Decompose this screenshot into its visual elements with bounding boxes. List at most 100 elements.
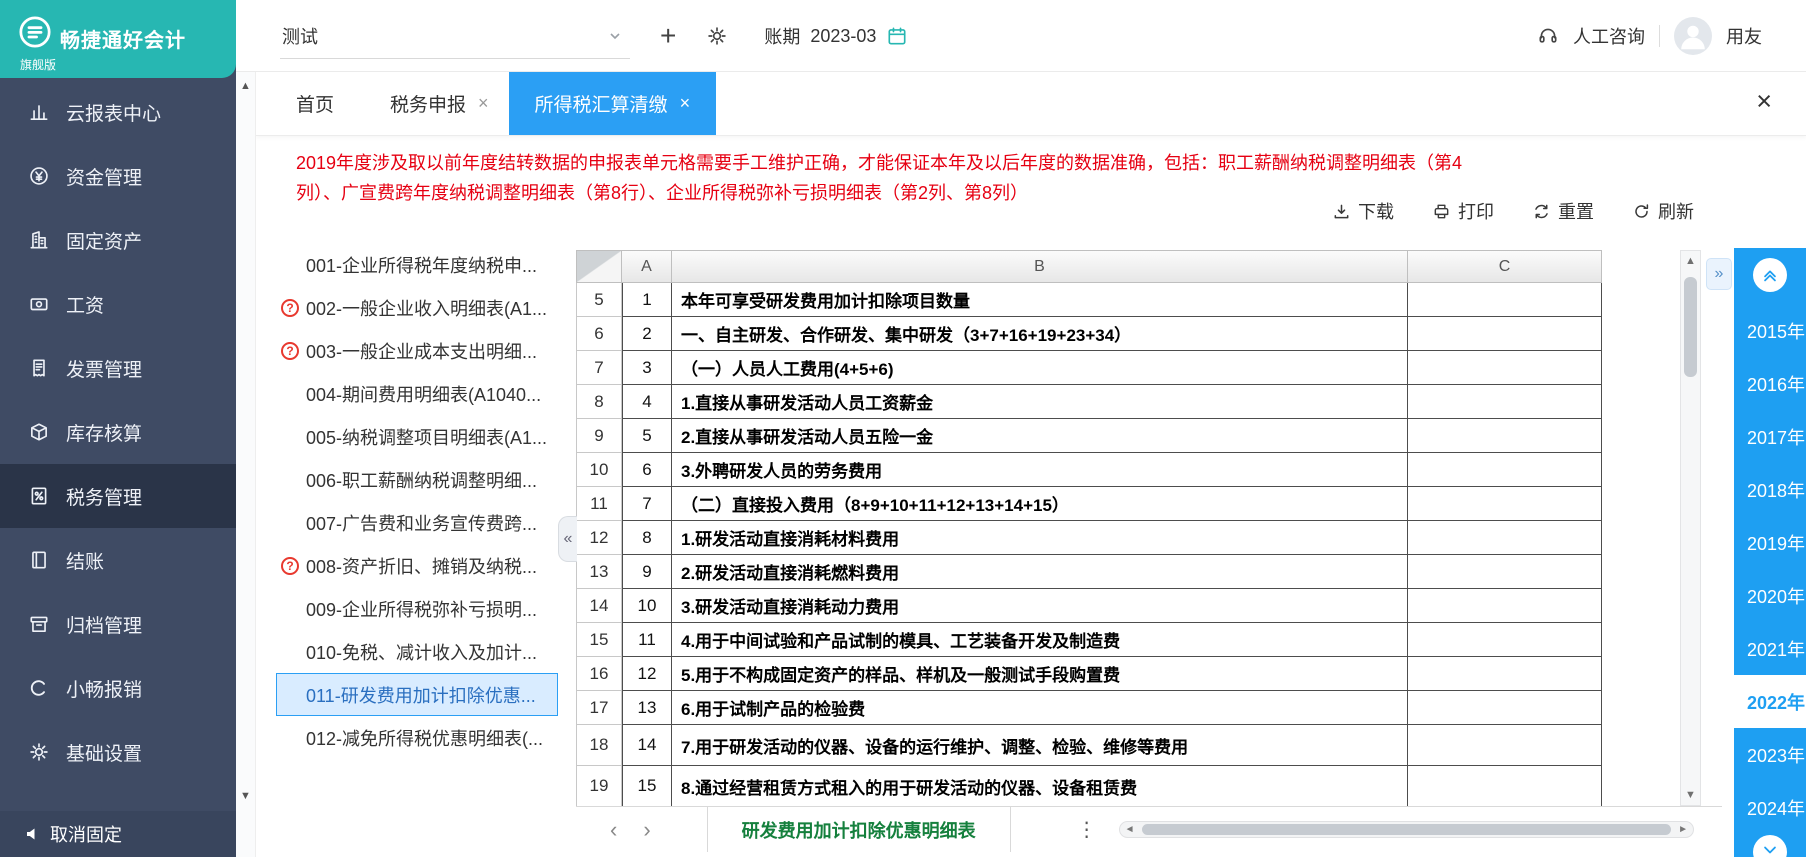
report-list-item[interactable]: 005-纳税调整项目明细表(A1... [276, 415, 558, 458]
refresh-button[interactable]: 刷新 [1632, 198, 1694, 224]
tab-tax-filing[interactable]: 税务申报 × [390, 72, 489, 135]
row-number-cell[interactable]: 8 [576, 385, 622, 419]
settings-gear-icon[interactable] [706, 25, 728, 47]
row-number-cell[interactable]: 5 [576, 283, 622, 317]
row-number-cell[interactable]: 12 [576, 521, 622, 555]
prev-sheet-icon[interactable]: ‹ [610, 817, 617, 843]
cell-col-c[interactable] [1408, 657, 1602, 691]
row-number-cell[interactable]: 18 [576, 725, 622, 766]
tab-income-tax-settlement[interactable]: 所得税汇算清缴 × [508, 72, 717, 135]
scroll-right-icon[interactable]: ► [1678, 824, 1688, 835]
year-item[interactable]: 2019年 [1734, 516, 1806, 569]
sidebar-item-closing[interactable]: 结账 [0, 528, 236, 592]
cell-col-c[interactable] [1408, 766, 1602, 807]
cell-col-c[interactable] [1408, 589, 1602, 623]
cell-col-c[interactable] [1408, 283, 1602, 317]
row-number-cell[interactable]: 16 [576, 657, 622, 691]
cell-col-b[interactable]: （一）人员人工费用(4+5+6) [672, 351, 1408, 385]
avatar[interactable] [1674, 17, 1712, 55]
cell-col-a[interactable]: 11 [622, 623, 672, 657]
scrollbar-thumb[interactable] [1141, 824, 1671, 835]
cell-col-b[interactable]: 一、自主研发、合作研发、集中研发（3+7+16+19+23+34） [672, 317, 1408, 351]
cell-col-a[interactable]: 5 [622, 419, 672, 453]
year-item[interactable]: 2020年 [1734, 569, 1806, 622]
period-picker[interactable]: 账期 2023-03 [764, 23, 908, 49]
add-account-button[interactable]: + [660, 22, 676, 50]
vertical-scrollbar[interactable]: ▲ ▼ [1680, 250, 1701, 806]
sidebar-item-inventory[interactable]: 库存核算 [0, 400, 236, 464]
cell-col-c[interactable] [1408, 623, 1602, 657]
reset-button[interactable]: 重置 [1532, 198, 1594, 224]
row-number-cell[interactable]: 11 [576, 487, 622, 521]
cell-col-a[interactable]: 13 [622, 691, 672, 725]
cell-col-c[interactable] [1408, 691, 1602, 725]
cell-col-a[interactable]: 9 [622, 555, 672, 589]
scroll-left-icon[interactable]: ◄ [1125, 824, 1135, 835]
tab-home[interactable]: 首页 [296, 72, 334, 135]
cell-col-b[interactable]: 4.用于中间试验和产品试制的模具、工艺装备开发及制造费 [672, 623, 1408, 657]
unpin-sidebar-button[interactable]: 取消固定 [0, 811, 236, 857]
workspace-select[interactable]: 测试 [280, 13, 630, 59]
sheet-tab[interactable]: 研发费用加计扣除优惠明细表 [706, 807, 1011, 852]
close-icon[interactable]: × [680, 93, 691, 114]
report-list-item[interactable]: 009-企业所得税弥补亏损明... [276, 587, 558, 630]
report-list-item[interactable]: 007-广告费和业务宣传费跨... [276, 501, 558, 544]
cell-col-b[interactable]: 5.用于不构成固定资产的样品、样机及一般测试手段购置费 [672, 657, 1408, 691]
cell-col-b[interactable]: 3.研发活动直接消耗动力费用 [672, 589, 1408, 623]
report-list-item[interactable]: 001-企业所得税年度纳税申... [276, 243, 558, 286]
cell-col-a[interactable]: 3 [622, 351, 672, 385]
horizontal-scrollbar[interactable]: ◄ ► [1118, 821, 1694, 838]
year-item[interactable]: 2022年 [1734, 675, 1806, 728]
column-header-b[interactable]: B [672, 250, 1408, 283]
kebab-menu-icon[interactable]: ⋮ [1077, 817, 1097, 842]
cell-col-c[interactable] [1408, 521, 1602, 555]
year-item[interactable]: 2023年 [1734, 728, 1806, 781]
sidebar-item-archive[interactable]: 归档管理 [0, 592, 236, 656]
year-item[interactable]: 2018年 [1734, 463, 1806, 516]
column-header-c[interactable]: C [1408, 250, 1602, 283]
sidebar-item-fixed-assets[interactable]: 固定资产 [0, 208, 236, 272]
cell-col-c[interactable] [1408, 351, 1602, 385]
row-number-cell[interactable]: 14 [576, 589, 622, 623]
cell-col-a[interactable]: 1 [622, 283, 672, 317]
scroll-up-icon[interactable]: ▲ [1681, 255, 1700, 267]
row-number-cell[interactable]: 9 [576, 419, 622, 453]
year-item[interactable]: 2015年 [1734, 304, 1806, 357]
sidebar-scrollbar[interactable]: ▲ ▼ [236, 72, 256, 857]
sidebar-item-settings[interactable]: 基础设置 [0, 720, 236, 784]
sidebar-item-invoices[interactable]: 发票管理 [0, 336, 236, 400]
cell-col-a[interactable]: 14 [622, 725, 672, 766]
sidebar-item-funds[interactable]: 资金管理 [0, 144, 236, 208]
cell-col-b[interactable]: 1.直接从事研发活动人员工资薪金 [672, 385, 1408, 419]
cell-col-a[interactable]: 10 [622, 589, 672, 623]
sidebar-item-cloud-reports[interactable]: 云报表中心 [0, 80, 236, 144]
report-list-item[interactable]: 006-职工薪酬纳税调整明细... [276, 458, 558, 501]
cell-col-b[interactable]: 8.通过经营租赁方式租入的用于研发活动的仪器、设备租赁费 [672, 766, 1408, 807]
next-sheet-icon[interactable]: › [643, 817, 650, 843]
collapse-panel-handle[interactable]: « [558, 516, 577, 562]
row-number-cell[interactable]: 6 [576, 317, 622, 351]
scrollbar-thumb[interactable] [1684, 277, 1697, 377]
cell-col-c[interactable] [1408, 385, 1602, 419]
scroll-down-icon[interactable]: ▼ [236, 790, 255, 802]
year-item[interactable]: 2016年 [1734, 357, 1806, 410]
cell-col-a[interactable]: 4 [622, 385, 672, 419]
support-link[interactable]: 人工咨询 [1573, 23, 1645, 49]
row-number-cell[interactable]: 19 [576, 766, 622, 807]
year-item[interactable]: 2021年 [1734, 622, 1806, 675]
cell-col-b[interactable]: 2.研发活动直接消耗燃料费用 [672, 555, 1408, 589]
cell-col-a[interactable]: 15 [622, 766, 672, 807]
row-number-cell[interactable]: 17 [576, 691, 622, 725]
cell-col-b[interactable]: 7.用于研发活动的仪器、设备的运行维护、调整、检验、维修等费用 [672, 725, 1408, 766]
cell-col-b[interactable]: 1.研发活动直接消耗材料费用 [672, 521, 1408, 555]
row-number-cell[interactable]: 7 [576, 351, 622, 385]
column-header-a[interactable]: A [622, 250, 672, 283]
report-list-item[interactable]: 004-期间费用明细表(A1040... [276, 372, 558, 415]
report-list-item[interactable]: 010-免税、减计收入及加计... [276, 630, 558, 673]
cell-col-c[interactable] [1408, 419, 1602, 453]
sidebar-item-tax[interactable]: 税务管理 [0, 464, 236, 528]
select-all-corner-cell[interactable] [576, 250, 622, 283]
report-list-item[interactable]: 002-一般企业收入明细表(A1... [276, 286, 558, 329]
scroll-up-icon[interactable]: ▲ [236, 80, 255, 92]
years-scroll-up-button[interactable] [1753, 258, 1787, 292]
